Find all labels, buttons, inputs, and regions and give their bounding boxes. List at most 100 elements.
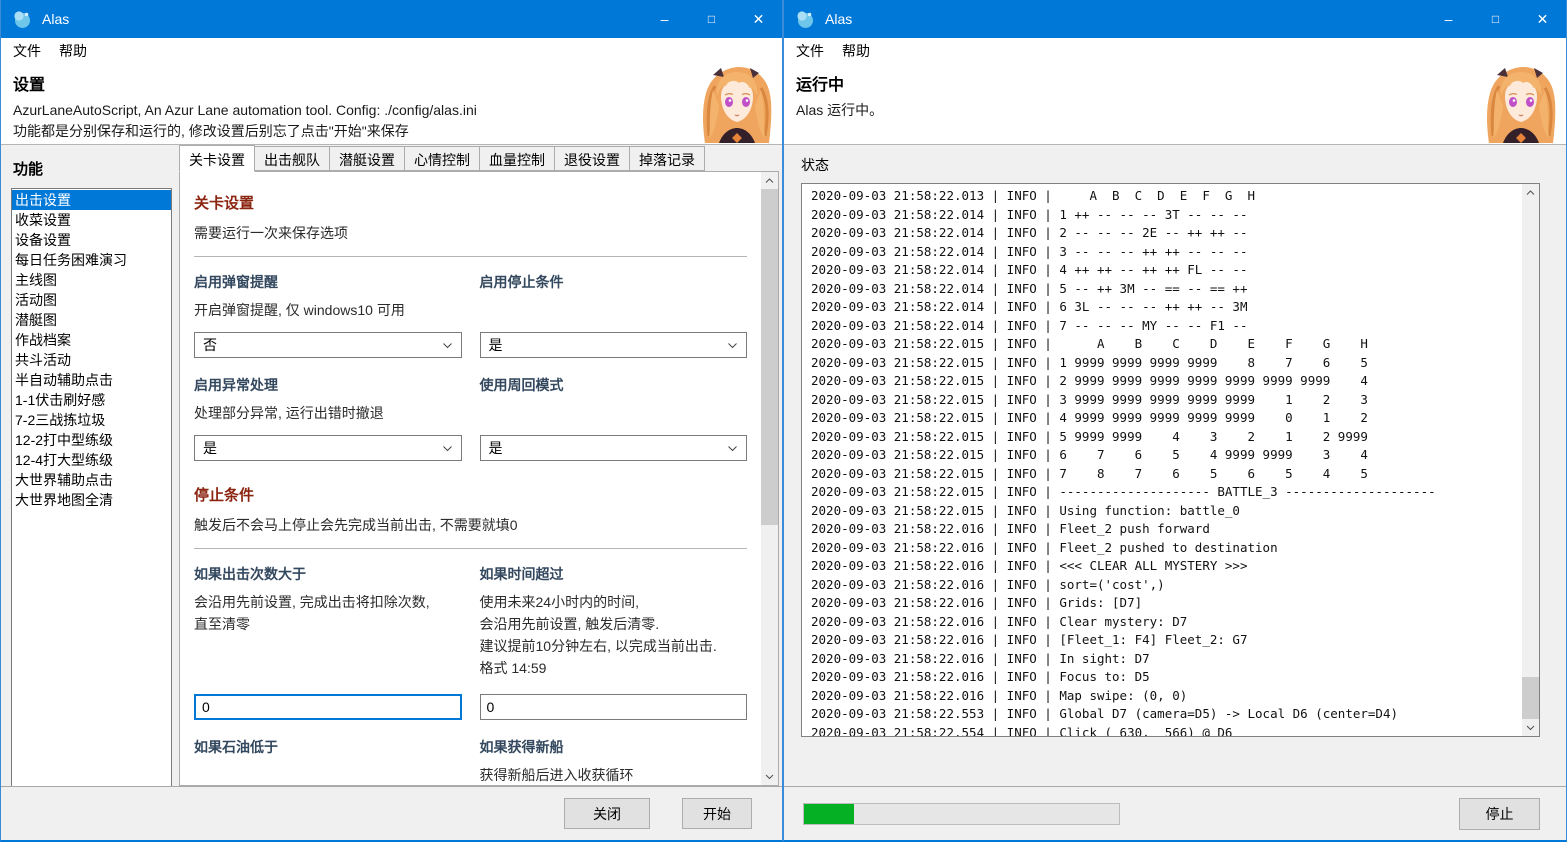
- start-button[interactable]: 开始: [682, 798, 752, 829]
- log-line: 2020-09-03 21:58:22.016 | INFO | In sigh…: [811, 650, 1522, 669]
- sidebar-item[interactable]: 12-2打中型练级: [12, 430, 171, 450]
- log-line: 2020-09-03 21:58:22.016 | INFO | <<< CLE…: [811, 557, 1522, 576]
- log-line: 2020-09-03 21:58:22.014 | INFO | 1 ++ --…: [811, 206, 1522, 225]
- stop-enable-select[interactable]: 是: [480, 332, 748, 358]
- tab[interactable]: 血量控制: [479, 146, 555, 171]
- log-line: 2020-09-03 21:58:22.015 | INFO | 5 9999 …: [811, 428, 1522, 447]
- window-title: Alas: [825, 11, 852, 27]
- tab[interactable]: 心情控制: [404, 146, 480, 171]
- exception-select[interactable]: 是: [194, 435, 462, 461]
- scroll-down-arrow[interactable]: [761, 768, 778, 785]
- log-line: 2020-09-03 21:58:22.014 | INFO | 7 -- --…: [811, 317, 1522, 336]
- stop-button[interactable]: 停止: [1459, 798, 1540, 830]
- sidebar-item[interactable]: 作战档案: [12, 330, 171, 350]
- divider: [194, 256, 747, 257]
- field-help: [480, 402, 748, 428]
- log-line: 2020-09-03 21:58:22.014 | INFO | 4 ++ ++…: [811, 261, 1522, 280]
- log-line: 2020-09-03 21:58:22.015 | INFO | 6 7 6 5…: [811, 446, 1522, 465]
- field-label: 如果石油低于: [194, 737, 462, 757]
- section-title-stage: 关卡设置: [194, 192, 761, 213]
- close-window-button[interactable]: ✕: [1519, 0, 1566, 38]
- loop-mode-select[interactable]: 是: [480, 435, 748, 461]
- minimize-button[interactable]: –: [1425, 0, 1472, 38]
- select-value: 是: [489, 438, 503, 458]
- menu-item[interactable]: 文件: [787, 37, 833, 65]
- section-title-stop: 停止条件: [194, 484, 761, 505]
- sidebar-item[interactable]: 出击设置: [12, 190, 171, 210]
- runner-bottom-bar: 停止: [784, 786, 1566, 840]
- scroll-track[interactable]: [1522, 201, 1539, 719]
- menu-item[interactable]: 文件: [4, 37, 50, 65]
- log-output: 2020-09-03 21:58:22.013 | INFO | A B C D…: [802, 184, 1522, 736]
- field-help: 使用未来24小时内的时间, 会沿用先前设置, 触发后清零. 建议提前10分钟左右…: [480, 591, 748, 687]
- window-title: Alas: [42, 11, 69, 27]
- tab[interactable]: 潜艇设置: [329, 146, 405, 171]
- sidebar-item[interactable]: 12-4打大型练级: [12, 450, 171, 470]
- menu-item[interactable]: 帮助: [833, 37, 879, 65]
- scroll-up-arrow[interactable]: [1522, 184, 1539, 201]
- header-description-1: Alas 运行中。: [796, 100, 1476, 121]
- maximize-button[interactable]: □: [1472, 0, 1519, 38]
- log-line: 2020-09-03 21:58:22.015 | INFO | 7 8 7 6…: [811, 465, 1522, 484]
- log-scrollbar[interactable]: [1522, 184, 1539, 736]
- menu-bar: 文件帮助: [1, 38, 782, 64]
- window-controls: – □ ✕: [1425, 0, 1566, 38]
- sidebar-item[interactable]: 潜艇图: [12, 310, 171, 330]
- page-title: 设置: [13, 71, 692, 95]
- log-line: 2020-09-03 21:58:22.014 | INFO | 2 -- --…: [811, 224, 1522, 243]
- menu-item[interactable]: 帮助: [50, 37, 96, 65]
- maximize-button[interactable]: □: [688, 0, 735, 38]
- sidebar-item[interactable]: 设备设置: [12, 230, 171, 250]
- window-controls: – □ ✕: [641, 0, 782, 38]
- select-value: 是: [203, 438, 217, 458]
- log-line: 2020-09-03 21:58:22.014 | INFO | 3 -- --…: [811, 243, 1522, 262]
- tab[interactable]: 出击舰队: [254, 146, 330, 171]
- sidebar-item[interactable]: 共斗活动: [12, 350, 171, 370]
- if-time-input[interactable]: [480, 694, 748, 720]
- sidebar-item[interactable]: 半自动辅助点击: [12, 370, 171, 390]
- log-line: 2020-09-03 21:58:22.016 | INFO | Map swi…: [811, 687, 1522, 706]
- close-window-button[interactable]: ✕: [735, 0, 782, 38]
- sidebar-item[interactable]: 大世界地图全清: [12, 490, 171, 510]
- log-line: 2020-09-03 21:58:22.015 | INFO | -------…: [811, 483, 1522, 502]
- scroll-track[interactable]: [761, 189, 778, 768]
- scrollbar-thumb[interactable]: [761, 189, 778, 525]
- tab-panel: 关卡设置 需要运行一次来保存选项 启用弹窗提醒 开启弹窗提醒, 仅 window…: [179, 171, 779, 786]
- settings-scrollbar[interactable]: [761, 172, 778, 785]
- sidebar-item[interactable]: 主线图: [12, 270, 171, 290]
- field-if-oil: 如果石油低于: [194, 737, 462, 785]
- field-label: 如果获得新船: [480, 737, 748, 757]
- sidebar-item[interactable]: 每日任务困难演习: [12, 250, 171, 270]
- log-line: 2020-09-03 21:58:22.016 | INFO | Focus t…: [811, 668, 1522, 687]
- log-line: 2020-09-03 21:58:22.554 | INFO | Click (…: [811, 724, 1522, 737]
- tab-bar: 关卡设置出击舰队潜艇设置心情控制血量控制退役设置掉落记录: [179, 146, 779, 172]
- settings-header: 设置 AzurLaneAutoScript, An Azur Lane auto…: [1, 64, 782, 145]
- sidebar-item[interactable]: 活动图: [12, 290, 171, 310]
- sidebar-item[interactable]: 7-2三战拣垃圾: [12, 410, 171, 430]
- sidebar-item[interactable]: 1-1伏击刷好感: [12, 390, 171, 410]
- tab[interactable]: 关卡设置: [179, 145, 255, 172]
- scroll-up-arrow[interactable]: [761, 172, 778, 189]
- field-help: [480, 299, 748, 325]
- runner-window: Alas – □ ✕ 文件帮助 运行中 Alas 运行中。: [783, 0, 1567, 842]
- scroll-down-arrow[interactable]: [1522, 719, 1539, 736]
- close-button[interactable]: 关闭: [564, 798, 650, 829]
- field-label: 启用停止条件: [480, 272, 748, 292]
- scrollbar-thumb[interactable]: [1522, 677, 1539, 719]
- sidebar-item[interactable]: 大世界辅助点击: [12, 470, 171, 490]
- avatar-image: [1483, 66, 1559, 143]
- if-count-input[interactable]: [194, 694, 462, 720]
- tab[interactable]: 退役设置: [554, 146, 630, 171]
- field-help: 会沿用先前设置, 完成出击将扣除次数, 直至清零: [194, 591, 462, 687]
- runner-titlebar: Alas – □ ✕: [784, 0, 1566, 38]
- field-help: [194, 764, 462, 785]
- page-title: 运行中: [796, 71, 1476, 95]
- sidebar-item[interactable]: 收菜设置: [12, 210, 171, 230]
- progress-fill: [804, 804, 854, 824]
- progress-bar: [803, 803, 1120, 825]
- log-line: 2020-09-03 21:58:22.015 | INFO | Using f…: [811, 502, 1522, 521]
- tab[interactable]: 掉落记录: [629, 146, 705, 171]
- minimize-button[interactable]: –: [641, 0, 688, 38]
- menu-bar: 文件帮助: [784, 38, 1566, 64]
- popup-enable-select[interactable]: 否: [194, 332, 462, 358]
